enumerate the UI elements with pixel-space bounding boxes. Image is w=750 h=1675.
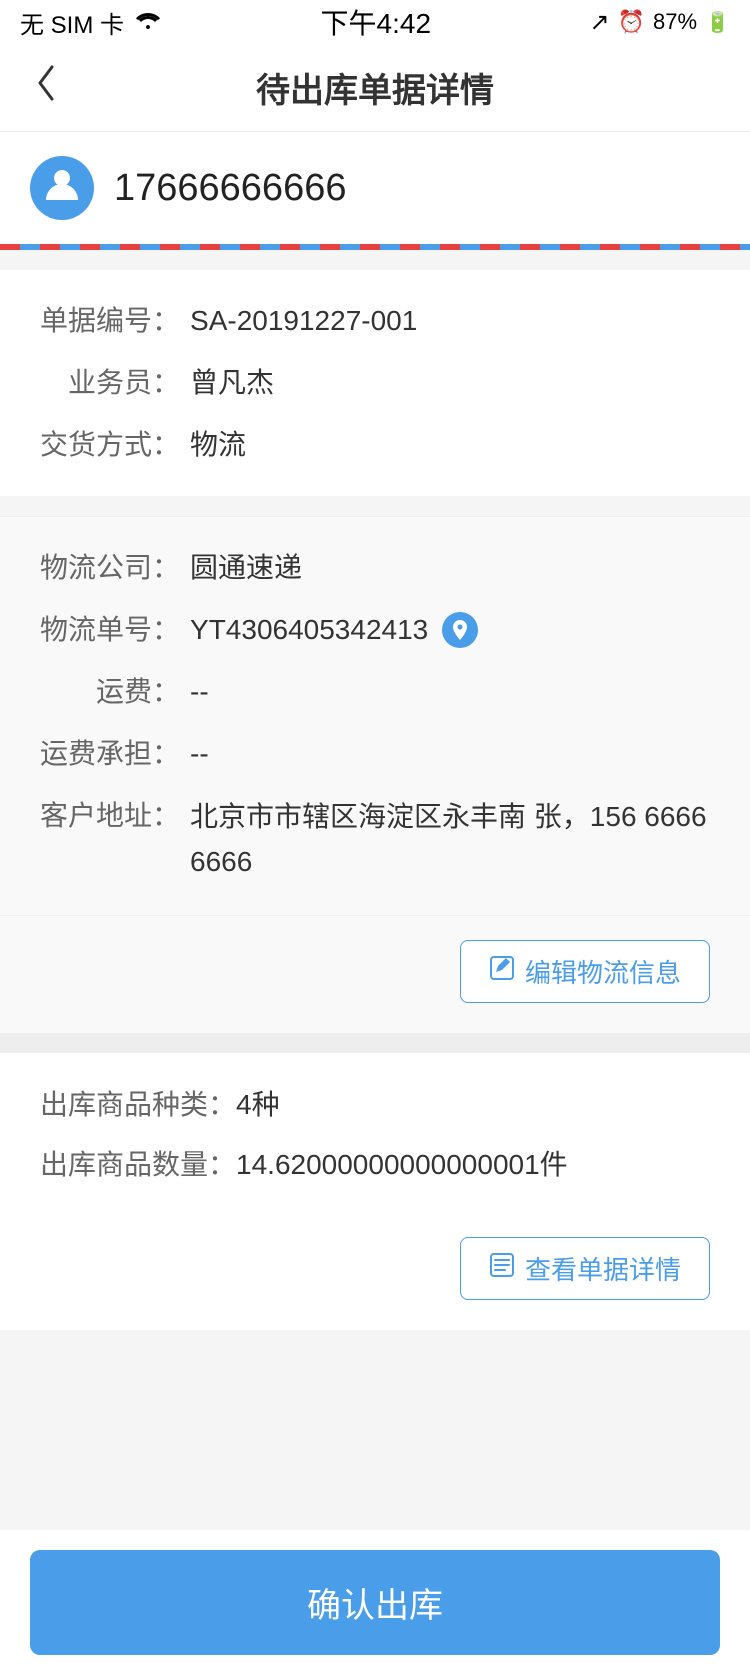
logistics-company-value: 圆通速递	[190, 547, 710, 589]
edit-btn-row: 编辑物流信息	[0, 916, 750, 1033]
logistics-section: 物流公司： 圆通速递 物流单号： YT4306405342413 运费： --	[0, 516, 750, 916]
confirm-outbound-button[interactable]: 确认出库	[30, 1550, 720, 1655]
goods-section: 出库商品种类： 4种 出库商品数量： 14.62000000000000001件	[0, 1053, 750, 1213]
order-number-label: 单据编号：	[40, 300, 180, 342]
goods-type-label: 出库商品种类：	[40, 1083, 236, 1123]
goods-quantity-row: 出库商品数量： 14.62000000000000001件	[40, 1143, 710, 1183]
freight-value: --	[190, 671, 710, 713]
freight-bearer-value: --	[190, 733, 710, 775]
view-details-label: 查看单据详情	[525, 1250, 681, 1287]
tracking-label: 物流单号：	[40, 609, 180, 651]
location-icon: ↗	[590, 8, 610, 37]
carrier-text: 无 SIM 卡	[20, 5, 124, 40]
goods-quantity-label: 出库商品数量：	[40, 1143, 236, 1183]
freight-bearer-label: 运费承担：	[40, 733, 180, 775]
status-right: ↗ ⏰ 87% 🔋	[590, 8, 730, 37]
sales-person-row: 业务员： 曾凡杰	[40, 362, 710, 404]
tracking-number-row: 物流单号： YT4306405342413	[40, 609, 710, 651]
battery-text: 87%	[653, 9, 697, 35]
edit-logistics-label: 编辑物流信息	[525, 953, 681, 990]
nav-bar: 待出库单据详情	[0, 44, 750, 132]
address-row: 客户地址： 北京市市辖区海淀区永丰南 张，156 6666 6666	[40, 795, 710, 885]
view-details-button[interactable]: 查看单据详情	[460, 1237, 710, 1300]
track-location-button[interactable]	[442, 612, 478, 648]
address-value: 北京市市辖区海淀区永丰南 张，156 6666 6666	[190, 795, 710, 885]
customer-header: 17666666666	[0, 132, 750, 244]
basic-info-section: 单据编号： SA-20191227-001 业务员： 曾凡杰 交货方式： 物流	[0, 270, 750, 496]
tracking-value-wrap: YT4306405342413	[190, 609, 710, 651]
customer-phone: 17666666666	[114, 167, 346, 210]
goods-type-value: 4种	[236, 1083, 280, 1123]
spacer	[0, 1330, 750, 1530]
delivery-method-label: 交货方式：	[40, 424, 180, 466]
freight-bearer-row: 运费承担： --	[40, 733, 710, 775]
dashed-divider	[0, 244, 750, 250]
tracking-number: YT4306405342413	[190, 609, 428, 651]
view-icon	[489, 1252, 515, 1285]
logistics-company-label: 物流公司：	[40, 547, 180, 589]
edit-icon	[489, 955, 515, 988]
time-text: 下午4:42	[321, 2, 432, 42]
page-title: 待出库单据详情	[256, 63, 494, 112]
status-bar: 无 SIM 卡 下午4:42 ↗ ⏰ 87% 🔋	[0, 0, 750, 44]
back-button[interactable]	[24, 53, 68, 122]
edit-logistics-button[interactable]: 编辑物流信息	[460, 940, 710, 1003]
avatar-icon	[42, 164, 82, 213]
view-btn-row: 查看单据详情	[0, 1213, 750, 1330]
alarm-icon: ⏰	[618, 9, 645, 35]
logistics-company-row: 物流公司： 圆通速递	[40, 547, 710, 589]
confirm-btn-wrap: 确认出库	[0, 1530, 750, 1675]
status-left: 无 SIM 卡	[20, 5, 162, 40]
delivery-method-value: 物流	[190, 424, 710, 466]
freight-label: 运费：	[40, 671, 180, 713]
avatar	[30, 156, 94, 220]
address-label: 客户地址：	[40, 795, 180, 837]
goods-quantity-value: 14.62000000000000001件	[236, 1143, 568, 1183]
section-divider	[0, 1033, 750, 1053]
delivery-method-row: 交货方式： 物流	[40, 424, 710, 466]
battery-icon: 🔋	[705, 10, 730, 35]
wifi-icon	[134, 8, 162, 36]
freight-row: 运费： --	[40, 671, 710, 713]
order-number-value: SA-20191227-001	[190, 300, 710, 342]
sales-person-label: 业务员：	[40, 362, 180, 404]
goods-type-row: 出库商品种类： 4种	[40, 1083, 710, 1123]
order-number-row: 单据编号： SA-20191227-001	[40, 300, 710, 342]
sales-person-value: 曾凡杰	[190, 362, 710, 404]
